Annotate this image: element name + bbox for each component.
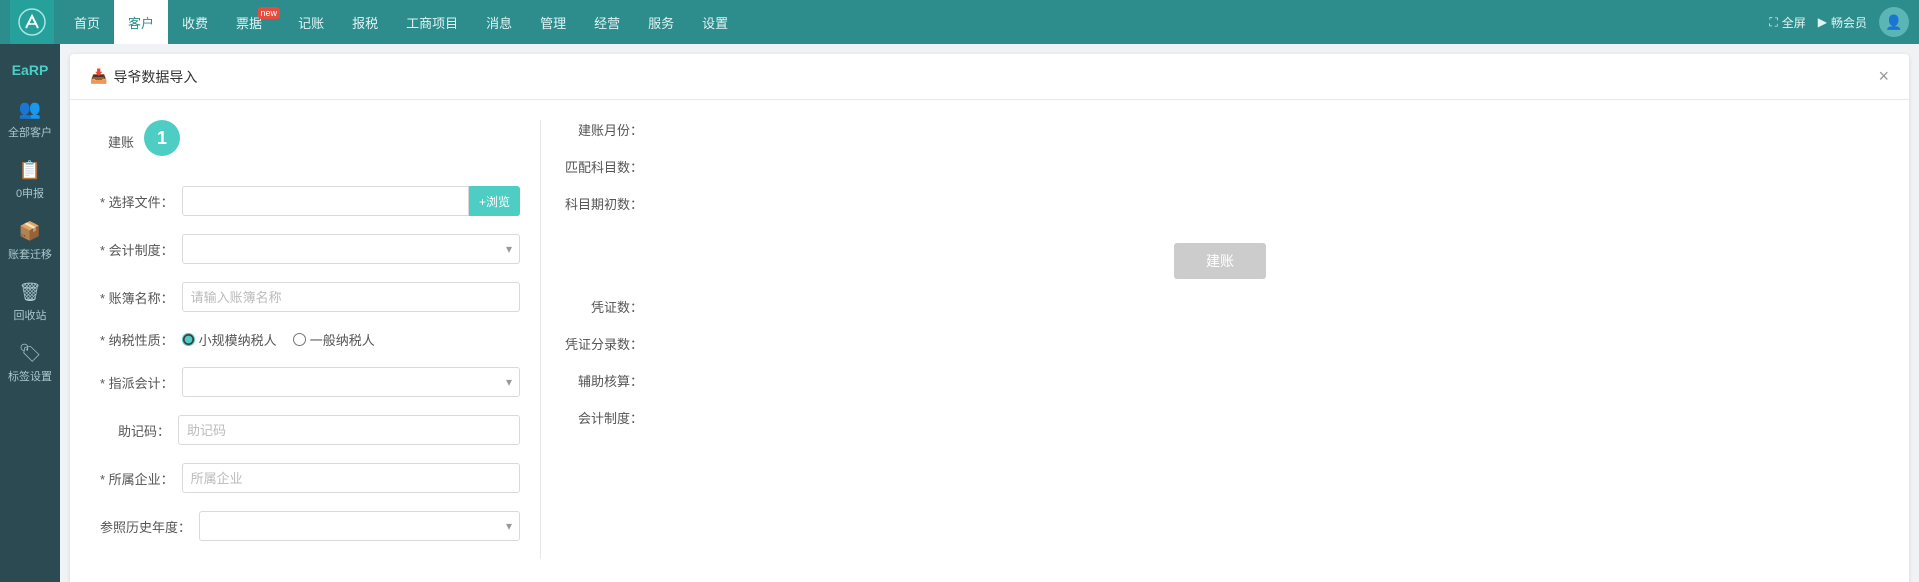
membership-icon: ▶ [1818, 15, 1827, 29]
dialog-title: 📥 导爷数据导入 [90, 67, 197, 87]
dialog-title-icon: 📥 [90, 68, 107, 85]
app-logo [10, 0, 54, 44]
sidebar-logo: EaRP [0, 54, 60, 87]
step-label: 建账 [108, 126, 134, 151]
form-left: 建账 1 * 选择文件： +浏览 * 会计制度： [100, 120, 520, 559]
tags-icon: 🏷 [19, 343, 42, 364]
nav-services[interactable]: 服务 [634, 0, 688, 44]
sidebar: EaRP 👥 全部客户 📋 0申报 📦 账套迁移 🗑 回收站 🏷 标签设置 [0, 44, 60, 582]
nav-manage[interactable]: 管理 [526, 0, 580, 44]
info-panel: 建账月份： 匹配科目数： 科目期初数： 建账 [561, 120, 1879, 559]
match-subjects-label: 匹配科目数： [561, 157, 651, 176]
memo-input[interactable] [178, 415, 520, 445]
file-row: +浏览 [182, 186, 520, 216]
nav-right: ⛶ 全屏 ▶ 畅会员 👤 [1769, 7, 1909, 37]
initial-balance-row: 科目期初数： [561, 194, 1879, 213]
tax-type-radio-group: 小规模纳税人 一般纳税人 [182, 330, 520, 349]
file-select-row: * 选择文件： +浏览 [100, 186, 520, 216]
ledger-name-label: * 账簿名称： [100, 288, 174, 307]
declare-icon: 📋 [19, 160, 41, 181]
form-divider [540, 120, 541, 559]
trash-icon: 🗑 [19, 282, 42, 303]
company-row: * 所属企业： [100, 463, 520, 493]
tax-small-radio[interactable] [182, 333, 195, 346]
tax-type-row: * 纳税性质： 小规模纳税人 一般纳税人 [100, 330, 520, 349]
vouchers-row: 凭证数： [561, 297, 1879, 316]
sidebar-item-migrate[interactable]: 📦 账套迁移 [0, 213, 60, 270]
accounting-system-select-wrap [182, 234, 520, 264]
accountant-select-wrap [182, 367, 520, 397]
accounting-system-row: * 会计制度： [100, 234, 520, 264]
step-wrapper: 建账 1 [100, 120, 520, 156]
nav-tickets[interactable]: 票据 new [222, 0, 284, 44]
history-year-label: 参照历史年度： [100, 517, 191, 536]
nav-business[interactable]: 工商项目 [392, 0, 472, 44]
step-circle: 1 [144, 120, 180, 156]
fullscreen-btn[interactable]: ⛶ 全屏 [1769, 14, 1805, 31]
tax-general-radio[interactable] [293, 333, 306, 346]
sidebar-item-all-clients[interactable]: 👥 全部客户 [0, 91, 60, 148]
voucher-entries-row: 凭证分录数： [561, 334, 1879, 353]
sidebar-item-trash[interactable]: 🗑 回收站 [0, 274, 60, 331]
nav-home[interactable]: 首页 [60, 0, 114, 44]
new-badge: new [258, 7, 281, 19]
memo-row: 助记码： [100, 415, 520, 445]
sidebar-item-declare[interactable]: 📋 0申报 [0, 152, 60, 209]
info-accounting-system-row: 会计制度： [561, 408, 1879, 427]
accounting-system-select[interactable] [182, 234, 520, 264]
top-nav: 首页 客户 收费 票据 new 记账 报税 工商项目 消息 管理 经营 服务 设… [0, 0, 1919, 44]
company-label: * 所属企业： [100, 469, 174, 488]
company-input[interactable] [182, 463, 520, 493]
memo-label: 助记码： [100, 421, 170, 440]
nav-settings[interactable]: 设置 [688, 0, 742, 44]
main-layout: EaRP 👥 全部客户 📋 0申报 📦 账套迁移 🗑 回收站 🏷 标签设置 [0, 44, 1919, 582]
dialog-close-button[interactable]: × [1878, 66, 1889, 87]
file-input[interactable] [182, 186, 469, 216]
nav-fees[interactable]: 收费 [168, 0, 222, 44]
content-area: 📥 导爷数据导入 × 建账 1 [60, 44, 1919, 582]
sidebar-item-tags[interactable]: 🏷 标签设置 [0, 335, 60, 392]
history-year-select-wrap [199, 511, 520, 541]
migrate-icon: 📦 [19, 221, 41, 242]
nav-items: 首页 客户 收费 票据 new 记账 报税 工商项目 消息 管理 经营 服务 设… [60, 0, 1769, 44]
accountant-row: * 指派会计： [100, 367, 520, 397]
aux-accounting-row: 辅助核算： [561, 371, 1879, 390]
all-clients-icon: 👥 [19, 99, 41, 120]
ledger-name-row: * 账簿名称： [100, 282, 520, 312]
history-year-select[interactable] [199, 511, 520, 541]
tax-type-label: * 纳税性质： [100, 330, 174, 349]
match-subjects-row: 匹配科目数： [561, 157, 1879, 176]
dialog-header: 📥 导爷数据导入 × [70, 54, 1909, 100]
tax-general-option[interactable]: 一般纳税人 [293, 330, 375, 349]
build-month-row: 建账月份： [561, 120, 1879, 139]
accountant-select[interactable] [182, 367, 520, 397]
nav-bookkeeping[interactable]: 记账 [284, 0, 338, 44]
vouchers-label: 凭证数： [561, 297, 651, 316]
accountant-label: * 指派会计： [100, 373, 174, 392]
browse-button[interactable]: +浏览 [469, 186, 520, 216]
build-btn-wrapper: 建账 [561, 233, 1879, 279]
history-year-row: 参照历史年度： [100, 511, 520, 541]
nav-clients[interactable]: 客户 [114, 0, 168, 44]
dialog-card: 📥 导爷数据导入 × 建账 1 [70, 54, 1909, 582]
membership-btn[interactable]: ▶ 畅会员 [1818, 14, 1867, 31]
file-label: * 选择文件： [100, 192, 174, 211]
initial-balance-label: 科目期初数： [561, 194, 651, 213]
user-icon: 👤 [1885, 14, 1902, 31]
info-accounting-system-label: 会计制度： [561, 408, 651, 427]
aux-accounting-label: 辅助核算： [561, 371, 651, 390]
voucher-entries-label: 凭证分录数： [561, 334, 651, 353]
build-button[interactable]: 建账 [1174, 243, 1266, 279]
tax-small-option[interactable]: 小规模纳税人 [182, 330, 277, 349]
accounting-system-label: * 会计制度： [100, 240, 174, 259]
nav-tax[interactable]: 报税 [338, 0, 392, 44]
fullscreen-icon: ⛶ [1769, 15, 1777, 30]
ledger-name-input[interactable] [182, 282, 520, 312]
user-avatar[interactable]: 👤 [1879, 7, 1909, 37]
nav-messages[interactable]: 消息 [472, 0, 526, 44]
build-month-label: 建账月份： [561, 120, 651, 139]
nav-operations[interactable]: 经营 [580, 0, 634, 44]
dialog-body: 建账 1 * 选择文件： +浏览 * 会计制度： [70, 100, 1909, 579]
